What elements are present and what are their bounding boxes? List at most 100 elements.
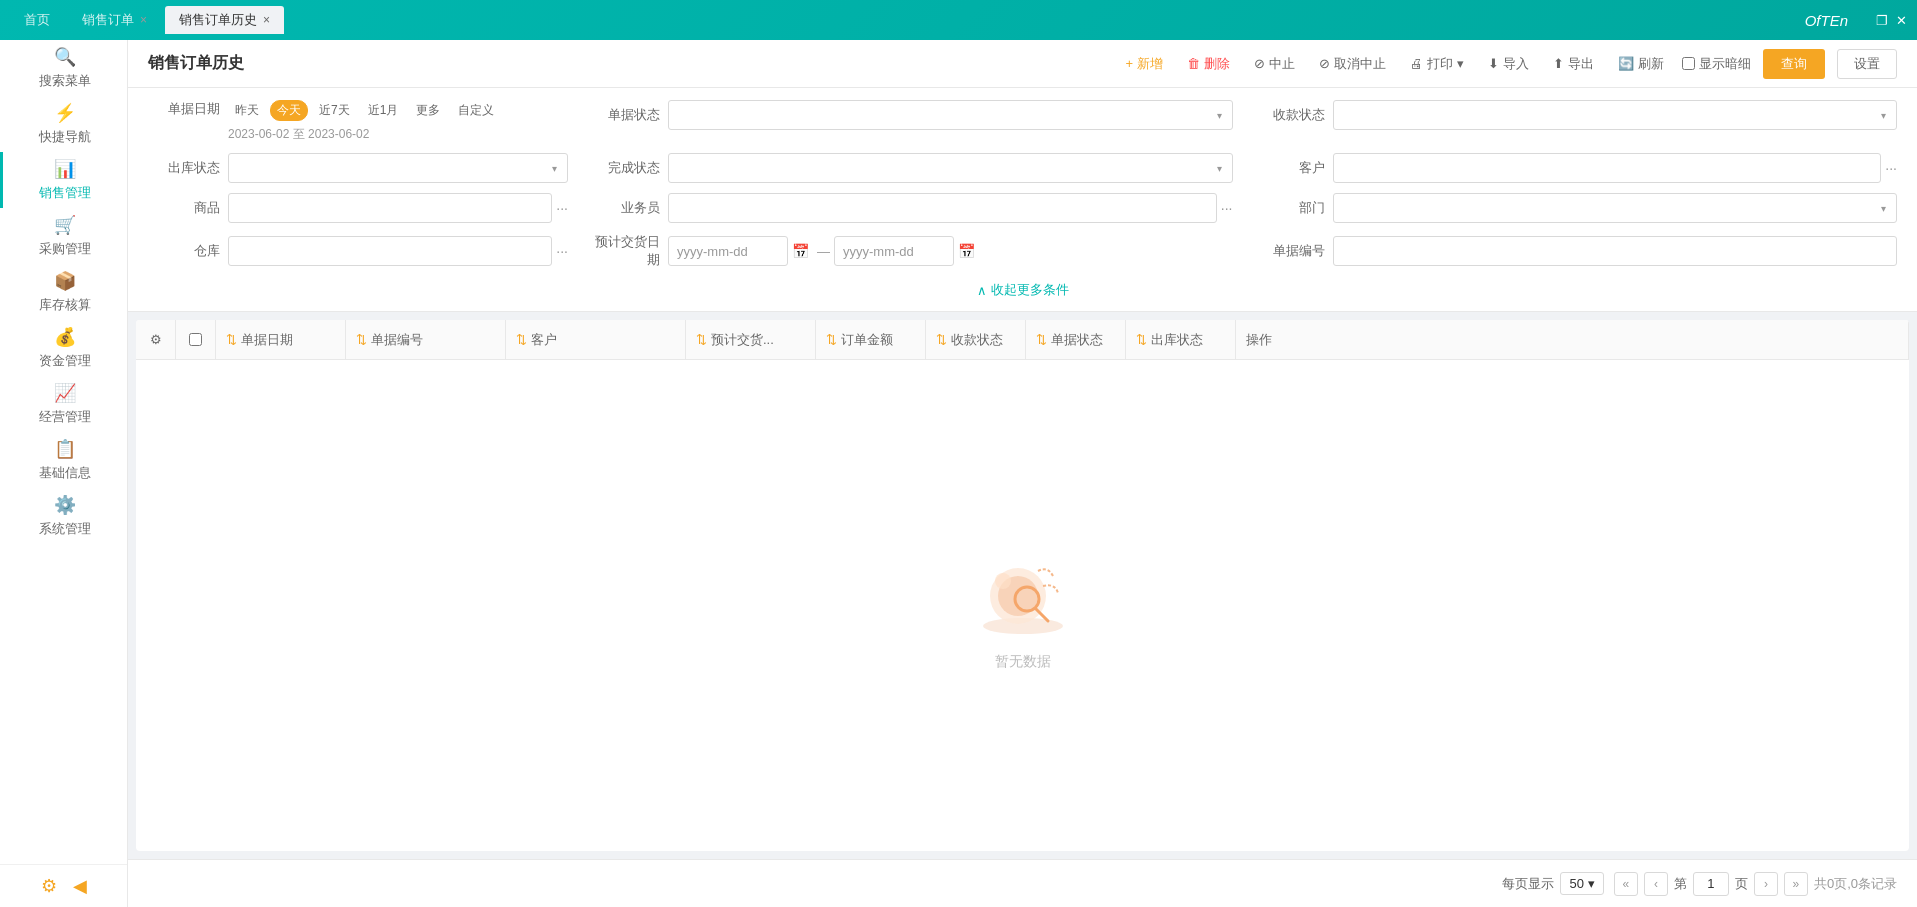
th-customer[interactable]: ⇅ 客户 xyxy=(506,320,686,359)
warehouse-label: 仓库 xyxy=(148,242,228,260)
import-button[interactable]: ⬇ 导入 xyxy=(1482,51,1535,77)
date-btn-7days[interactable]: 近7天 xyxy=(312,100,357,121)
print-label: 打印 xyxy=(1427,55,1453,73)
th-amount[interactable]: ⇅ 订单金额 xyxy=(816,320,926,359)
sidebar-collapse-icon[interactable]: ◀ xyxy=(73,875,87,897)
cancel-stop-icon: ⊘ xyxy=(1319,56,1330,71)
page-size-label: 每页显示 xyxy=(1502,875,1554,893)
cancel-stop-button[interactable]: ⊘ 取消中止 xyxy=(1313,51,1392,77)
sidebar-item-operation[interactable]: 📈 经营管理 xyxy=(0,376,127,432)
page-size-arrow-icon: ▾ xyxy=(1588,876,1595,891)
sidebar-item-purchase-mgmt-label: 采购管理 xyxy=(39,240,91,258)
tab-sales-order-close[interactable]: × xyxy=(140,13,147,27)
delivery-end-calendar-icon[interactable]: 📅 xyxy=(958,243,975,259)
collapse-btn[interactable]: ∧ 收起更多条件 xyxy=(977,281,1069,299)
order-no-input[interactable] xyxy=(1333,236,1898,266)
page-prev-btn[interactable]: ‹ xyxy=(1644,872,1668,896)
delivery-start-calendar-icon[interactable]: 📅 xyxy=(792,243,809,259)
sales-mgmt-icon: 📊 xyxy=(54,158,76,180)
customer-input[interactable] xyxy=(1333,153,1882,183)
sidebar-item-purchase-mgmt[interactable]: 🛒 采购管理 xyxy=(0,208,127,264)
sidebar-item-search-menu[interactable]: 🔍 搜索菜单 xyxy=(0,40,127,96)
date-btn-custom[interactable]: 自定义 xyxy=(451,100,501,121)
basic-info-icon: 📋 xyxy=(54,438,76,460)
import-icon: ⬇ xyxy=(1488,56,1499,71)
delivery-date-end-input[interactable]: yyyy-mm-dd xyxy=(834,236,954,266)
customer-dots-icon[interactable]: ··· xyxy=(1885,160,1897,176)
page-number-input[interactable] xyxy=(1693,872,1729,896)
goods-dots-icon[interactable]: ··· xyxy=(556,200,568,216)
sidebar-bottom: ⚙ ◀ xyxy=(0,864,127,907)
delete-button[interactable]: 🗑 删除 xyxy=(1181,51,1236,77)
refresh-button[interactable]: 🔄 刷新 xyxy=(1612,51,1670,77)
query-button[interactable]: 查询 xyxy=(1763,49,1825,79)
sidebar-item-inventory[interactable]: 📦 库存核算 xyxy=(0,264,127,320)
th-amount-label: 订单金额 xyxy=(841,331,893,349)
sidebar-settings-icon[interactable]: ⚙ xyxy=(41,875,57,897)
th-settings[interactable]: ⚙ xyxy=(136,320,176,359)
page-next-btn[interactable]: › xyxy=(1754,872,1778,896)
tab-sales-order[interactable]: 销售订单 × xyxy=(68,6,161,34)
topbar-right: OfTEn ❐ ✕ xyxy=(1805,12,1907,29)
salesman-dots-icon[interactable]: ··· xyxy=(1221,200,1233,216)
th-order-no-sort-icon: ⇅ xyxy=(356,332,367,347)
payment-status-select[interactable]: ▾ xyxy=(1333,100,1898,130)
sidebar-item-finance[interactable]: 💰 资金管理 xyxy=(0,320,127,376)
tab-sales-order-history[interactable]: 销售订单历史 × xyxy=(165,6,284,34)
restore-btn[interactable]: ❐ xyxy=(1876,13,1888,28)
payment-status-label: 收款状态 xyxy=(1253,106,1333,124)
th-ship-status[interactable]: ⇅ 出库状态 xyxy=(1126,320,1236,359)
finance-icon: 💰 xyxy=(54,326,76,348)
th-checkbox[interactable] xyxy=(176,320,216,359)
warehouse-input[interactable] xyxy=(228,236,552,266)
tab-home[interactable]: 首页 xyxy=(10,6,64,34)
page-size-select: 每页显示 50 ▾ xyxy=(1502,872,1603,895)
close-btn[interactable]: ✕ xyxy=(1896,13,1907,28)
sidebar-item-operation-label: 经营管理 xyxy=(39,408,91,426)
page-first-btn[interactable]: « xyxy=(1614,872,1638,896)
dept-select[interactable]: ▾ xyxy=(1333,193,1898,223)
sidebar-item-quick-nav[interactable]: ⚡ 快捷导航 xyxy=(0,96,127,152)
inventory-icon: 📦 xyxy=(54,270,76,292)
date-btn-today[interactable]: 今天 xyxy=(270,100,308,121)
th-order-no[interactable]: ⇅ 单据编号 xyxy=(346,320,506,359)
export-button[interactable]: ⬆ 导出 xyxy=(1547,51,1600,77)
status-select[interactable]: ▾ xyxy=(668,100,1233,130)
new-button[interactable]: + 新增 xyxy=(1119,51,1169,77)
date-btn-yesterday[interactable]: 昨天 xyxy=(228,100,266,121)
sidebar-item-sales-mgmt[interactable]: 📊 销售管理 xyxy=(0,152,127,208)
pagination: 每页显示 50 ▾ « ‹ 第 页 › » 共0页,0条记录 xyxy=(128,859,1917,907)
th-delivery[interactable]: ⇅ 预计交货... xyxy=(686,320,816,359)
delivery-date-label: 预计交货日期 xyxy=(588,233,668,269)
select-all-checkbox[interactable] xyxy=(189,333,202,346)
page-unit-label: 页 xyxy=(1735,875,1748,893)
complete-status-select[interactable]: ▾ xyxy=(668,153,1233,183)
display-toggle-checkbox[interactable] xyxy=(1682,57,1695,70)
search-menu-icon: 🔍 xyxy=(54,46,76,68)
stop-button[interactable]: ⊘ 中止 xyxy=(1248,51,1301,77)
empty-state: 暂无数据 xyxy=(963,541,1083,671)
page-size-dropdown[interactable]: 50 ▾ xyxy=(1560,872,1603,895)
goods-input[interactable] xyxy=(228,193,552,223)
date-btn-1month[interactable]: 近1月 xyxy=(361,100,406,121)
ship-status-select[interactable]: ▾ xyxy=(228,153,568,183)
print-button[interactable]: 🖨 打印 ▾ xyxy=(1404,51,1470,77)
th-pay-status[interactable]: ⇅ 收款状态 xyxy=(926,320,1026,359)
th-order-status[interactable]: ⇅ 单据状态 xyxy=(1026,320,1126,359)
page-last-btn[interactable]: » xyxy=(1784,872,1808,896)
empty-text: 暂无数据 xyxy=(995,653,1051,671)
sidebar-item-system-mgmt[interactable]: ⚙️ 系统管理 xyxy=(0,488,127,544)
setting-button[interactable]: 设置 xyxy=(1837,49,1897,79)
th-order-no-label: 单据编号 xyxy=(371,331,423,349)
warehouse-dots-icon[interactable]: ··· xyxy=(556,243,568,259)
delivery-date-start-input[interactable]: yyyy-mm-dd xyxy=(668,236,788,266)
sidebar-item-basic-info[interactable]: 📋 基础信息 xyxy=(0,432,127,488)
tab-sales-order-history-close[interactable]: × xyxy=(263,13,270,27)
ship-status-label: 出库状态 xyxy=(148,159,228,177)
th-date[interactable]: ⇅ 单据日期 xyxy=(216,320,346,359)
salesman-input[interactable] xyxy=(668,193,1217,223)
toolbar: + 新增 🗑 删除 ⊘ 中止 ⊘ 取消中止 🖨 打印 xyxy=(1119,49,1897,79)
stop-label: 中止 xyxy=(1269,55,1295,73)
print-icon: 🖨 xyxy=(1410,56,1423,71)
date-btn-more[interactable]: 更多 xyxy=(409,100,447,121)
